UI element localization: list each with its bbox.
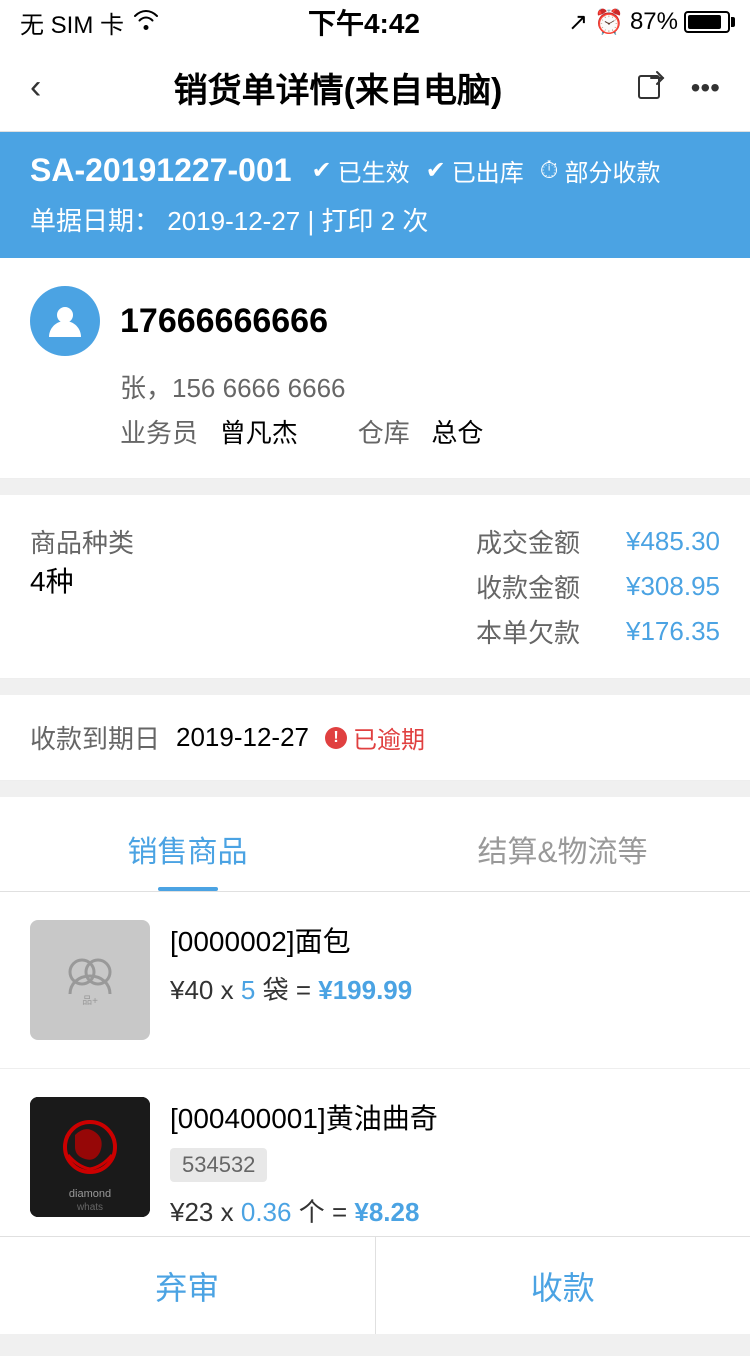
product-qty-1: 5 — [241, 975, 255, 1005]
product-total-2: ¥8.28 — [354, 1197, 419, 1227]
back-button[interactable]: ‹ — [30, 68, 41, 107]
battery-percentage: 87% — [630, 8, 678, 36]
more-icon[interactable]: ••• — [691, 72, 720, 104]
sales-label: 业务员 — [120, 418, 198, 448]
product-type-label: 商品种类 — [30, 523, 134, 560]
share-icon[interactable] — [635, 66, 671, 109]
check-icon-2: ✔ — [426, 156, 446, 185]
carrier-label: 无 SIM 卡 — [20, 5, 124, 40]
tabs-row: 销售商品 结算&物流等 — [0, 797, 750, 892]
product-type-value: 4种 — [30, 560, 134, 600]
status-bar: 无 SIM 卡 下午4:42 ↗ ⏰ 87% — [0, 0, 750, 44]
product-thumbnail-2: diamond whats — [30, 1097, 150, 1217]
order-date-info: 单据日期： 2019-12-27 | 打印 2 次 — [30, 201, 720, 238]
confirm-button[interactable]: 收款 — [376, 1237, 750, 1334]
customer-card: 17666666666 张，156 6666 6666 业务员 曾凡杰 仓库 总… — [0, 258, 750, 479]
product-total-1: ¥199.99 — [318, 975, 412, 1005]
order-id: SA-20191227-001 — [30, 152, 292, 189]
page-title: 销货单详情(来自电脑) — [174, 63, 503, 112]
product-price-2: ¥23 x 0.36 个 = ¥8.28 — [170, 1192, 720, 1229]
owed-label: 本单欠款 — [476, 613, 580, 650]
check-icon-1: ✔ — [312, 156, 332, 185]
svg-text:diamond: diamond — [69, 1188, 111, 1200]
product-list: 品+ [0000002]面包 ¥40 x 5 袋 = ¥199.99 — [0, 892, 750, 1258]
transaction-label: 成交金额 — [476, 523, 580, 560]
product-qty-2: 0.36 — [241, 1197, 292, 1227]
product-type-summary: 商品种类 4种 — [30, 523, 134, 650]
overdue-badge: ! 已逾期 — [325, 720, 425, 755]
transaction-value: ¥485.30 — [600, 526, 720, 557]
nav-bar: ‹ 销货单详情(来自电脑) ••• — [0, 44, 750, 132]
cancel-button[interactable]: 弃审 — [0, 1237, 376, 1334]
status-shipped: ✔ 已出库 — [426, 153, 524, 188]
due-date-card: 收款到期日 2019-12-27 ! 已逾期 — [0, 695, 750, 781]
list-item: diamond whats [000400001]黄油曲奇 534532 ¥23… — [0, 1069, 750, 1258]
svg-text:品+: 品+ — [82, 995, 98, 1007]
product-thumbnail-1: 品+ — [30, 920, 150, 1040]
status-bar-left: 无 SIM 卡 — [20, 5, 160, 40]
list-item: 品+ [0000002]面包 ¥40 x 5 袋 = ¥199.99 — [0, 892, 750, 1069]
nav-actions: ••• — [635, 66, 720, 109]
overdue-text: 已逾期 — [353, 720, 425, 755]
warehouse-value: 总仓 — [431, 418, 483, 448]
product-info-2: [000400001]黄油曲奇 534532 ¥23 x 0.36 个 = ¥8… — [170, 1097, 720, 1229]
alarm-icon: ⏰ — [594, 8, 624, 37]
product-name-2: [000400001]黄油曲奇 — [170, 1097, 720, 1137]
status-bar-right: ↗ ⏰ 87% — [568, 8, 730, 37]
warehouse-label: 仓库 — [358, 418, 410, 448]
customer-name-phone: 张，156 6666 6666 — [120, 368, 720, 405]
order-header: SA-20191227-001 ✔ 已生效 ✔ 已出库 ⏱ 部分收款 单据日期：… — [0, 132, 750, 258]
status-bar-time: 下午4:42 — [308, 2, 420, 42]
clock-icon: ⏱ — [540, 157, 559, 185]
tabs-container: 销售商品 结算&物流等 品+ [0000002]面包 — [0, 797, 750, 1258]
battery-icon — [684, 11, 730, 33]
status-partial-payment: ⏱ 部分收款 — [540, 153, 661, 188]
customer-phone: 17666666666 — [120, 302, 328, 341]
received-label: 收款金额 — [476, 568, 580, 605]
financial-summary: 成交金额 ¥485.30 收款金额 ¥308.95 本单欠款 ¥176.35 — [476, 523, 720, 650]
customer-meta: 业务员 曾凡杰 仓库 总仓 — [120, 413, 720, 450]
status-effective: ✔ 已生效 — [312, 153, 410, 188]
owed-value: ¥176.35 — [600, 616, 720, 647]
product-price-1: ¥40 x 5 袋 = ¥199.99 — [170, 970, 720, 1007]
avatar — [30, 286, 100, 356]
overdue-icon: ! — [325, 727, 347, 749]
wifi-icon — [132, 8, 160, 37]
svg-text:whats: whats — [76, 1202, 103, 1213]
received-value: ¥308.95 — [600, 571, 720, 602]
tab-settlement-logistics[interactable]: 结算&物流等 — [375, 797, 750, 891]
order-status-tags: ✔ 已生效 ✔ 已出库 ⏱ 部分收款 — [312, 153, 661, 188]
location-icon: ↗ — [568, 8, 588, 37]
due-date-label: 收款到期日 — [30, 719, 160, 756]
product-batch-2: 534532 — [170, 1148, 267, 1182]
sales-value: 曾凡杰 — [220, 418, 298, 448]
product-name-1: [0000002]面包 — [170, 920, 720, 960]
product-info-1: [0000002]面包 ¥40 x 5 袋 = ¥199.99 — [170, 920, 720, 1007]
bottom-bar: 弃审 收款 — [0, 1236, 750, 1334]
tab-sales-products[interactable]: 销售商品 — [0, 797, 375, 891]
due-date-value: 2019-12-27 — [176, 722, 309, 753]
summary-card: 商品种类 4种 成交金额 ¥485.30 收款金额 ¥308.95 本单欠款 ¥… — [0, 495, 750, 679]
